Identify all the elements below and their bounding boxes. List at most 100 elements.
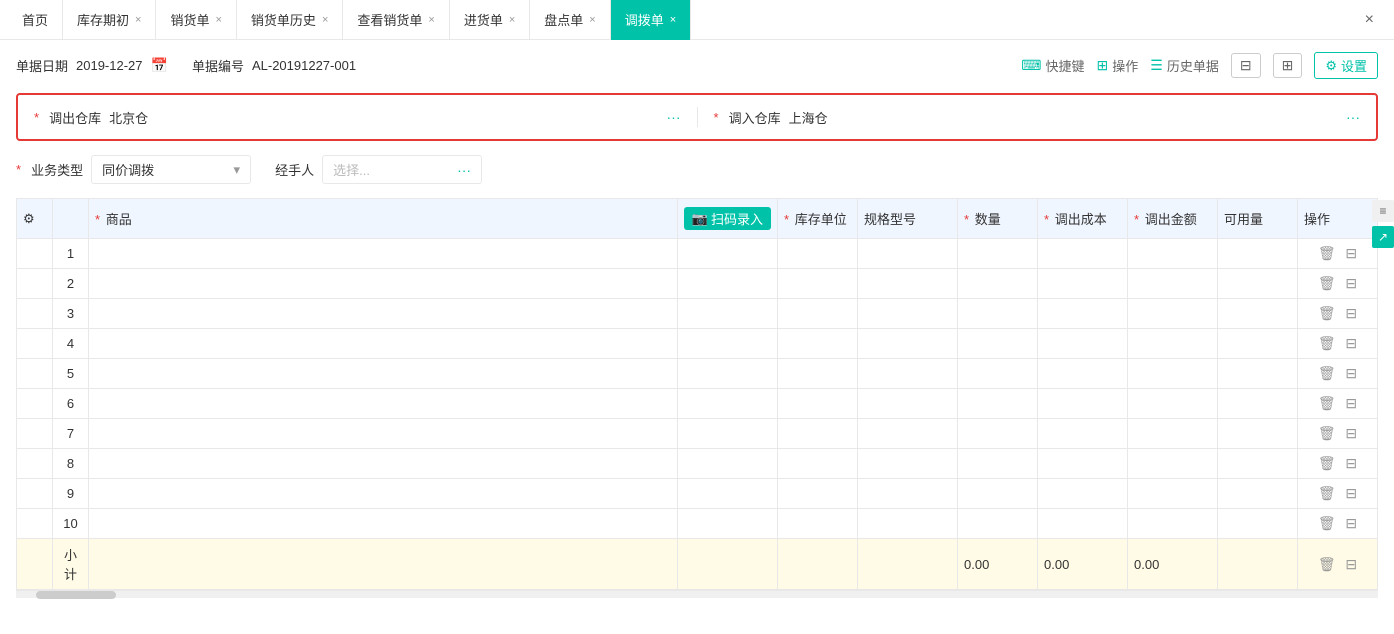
row-qty[interactable] (958, 239, 1038, 269)
row-spec[interactable] (858, 299, 958, 329)
row-unit[interactable] (778, 329, 858, 359)
tab-close-stock-init[interactable]: × (135, 14, 141, 26)
copy-row-icon[interactable]: ⊟ (1345, 365, 1357, 381)
delete-row-icon[interactable]: 🗑 (1318, 515, 1336, 531)
row-cost[interactable] (1038, 449, 1128, 479)
row-spec[interactable] (858, 509, 958, 539)
row-amount[interactable] (1128, 269, 1218, 299)
operation-link[interactable]: ⊞ 操作 (1097, 56, 1139, 75)
row-spec[interactable] (858, 479, 958, 509)
copy-row-icon[interactable]: ⊟ (1345, 305, 1357, 321)
delete-row-icon[interactable]: 🗑 (1318, 395, 1336, 411)
tab-sales-order[interactable]: 销货单 × (156, 0, 236, 40)
in-warehouse-value[interactable]: 上海仓 (789, 108, 828, 127)
scan-entry-button[interactable]: 📷 扫码录入 (684, 207, 771, 230)
delete-row-icon[interactable]: 🗑 (1318, 425, 1336, 441)
horizontal-scrollbar[interactable] (16, 590, 1378, 598)
row-amount[interactable] (1128, 509, 1218, 539)
delete-row-icon[interactable]: 🗑 (1318, 305, 1336, 321)
tab-home[interactable]: 首页 (8, 0, 63, 40)
row-unit[interactable] (778, 359, 858, 389)
copy-row-icon[interactable]: ⊟ (1345, 395, 1357, 411)
copy-row-icon[interactable]: ⊟ (1345, 275, 1357, 291)
row-qty[interactable] (958, 329, 1038, 359)
copy-row-icon[interactable]: ⊟ (1345, 455, 1357, 471)
row-qty[interactable] (958, 479, 1038, 509)
row-spec[interactable] (858, 419, 958, 449)
out-warehouse-value[interactable]: 北京仓 (109, 108, 148, 127)
row-unit[interactable] (778, 479, 858, 509)
row-qty[interactable] (958, 269, 1038, 299)
copy-row-icon[interactable]: ⊟ (1345, 485, 1357, 501)
row-cost[interactable] (1038, 299, 1128, 329)
setting-button[interactable]: ⚙ 设置 (1314, 52, 1378, 79)
row-spec[interactable] (858, 389, 958, 419)
row-cost[interactable] (1038, 239, 1128, 269)
calendar-icon[interactable]: 📅 (151, 57, 168, 74)
row-qty[interactable] (958, 419, 1038, 449)
row-cost[interactable] (1038, 479, 1128, 509)
delete-row-icon[interactable]: 🗑 (1318, 485, 1336, 501)
row-amount[interactable] (1128, 389, 1218, 419)
row-cost[interactable] (1038, 359, 1128, 389)
row-unit[interactable] (778, 239, 858, 269)
row-qty[interactable] (958, 509, 1038, 539)
tab-close-purchase-order[interactable]: × (509, 14, 515, 26)
tab-close-view-sales[interactable]: × (428, 14, 434, 26)
row-product[interactable] (89, 359, 678, 389)
layout-button[interactable]: ⊟ (1231, 53, 1261, 78)
delete-row-icon[interactable]: 🗑 (1318, 245, 1336, 261)
out-warehouse-more-btn[interactable]: ··· (667, 109, 681, 125)
copy-row-icon[interactable]: ⊟ (1345, 515, 1357, 531)
expand-sidebar-button[interactable]: ↗ (1372, 226, 1394, 248)
row-amount[interactable] (1128, 419, 1218, 449)
row-cost[interactable] (1038, 389, 1128, 419)
row-spec[interactable] (858, 449, 958, 479)
tab-close-transfer[interactable]: × (670, 14, 676, 26)
row-cost[interactable] (1038, 269, 1128, 299)
delete-icon[interactable]: 🗑 (1318, 556, 1336, 572)
delete-row-icon[interactable]: 🗑 (1318, 365, 1336, 381)
copy-row-icon[interactable]: ⊟ (1345, 425, 1357, 441)
row-amount[interactable] (1128, 359, 1218, 389)
row-qty[interactable] (958, 389, 1038, 419)
row-amount[interactable] (1128, 299, 1218, 329)
row-unit[interactable] (778, 449, 858, 479)
row-qty[interactable] (958, 359, 1038, 389)
delete-row-icon[interactable]: 🗑 (1318, 275, 1336, 291)
row-qty[interactable] (958, 299, 1038, 329)
tab-sales-history[interactable]: 销货单历史 × (237, 0, 343, 40)
row-unit[interactable] (778, 299, 858, 329)
tab-close-inventory[interactable]: × (589, 14, 595, 26)
copy-icon[interactable]: ⊟ (1345, 556, 1357, 572)
row-product[interactable] (89, 299, 678, 329)
row-unit[interactable] (778, 269, 858, 299)
tab-purchase-order[interactable]: 进货单 × (450, 0, 530, 40)
person-select[interactable]: 选择... ··· (322, 155, 482, 184)
notes-sidebar-button[interactable]: ≡ (1372, 200, 1394, 222)
row-unit[interactable] (778, 509, 858, 539)
row-spec[interactable] (858, 359, 958, 389)
copy-row-icon[interactable]: ⊟ (1345, 245, 1357, 261)
row-product[interactable] (89, 419, 678, 449)
tab-inventory[interactable]: 盘点单 × (530, 0, 610, 40)
copy-row-icon[interactable]: ⊟ (1345, 335, 1357, 351)
row-product[interactable] (89, 479, 678, 509)
row-cost[interactable] (1038, 509, 1128, 539)
row-product[interactable] (89, 389, 678, 419)
row-spec[interactable] (858, 269, 958, 299)
business-type-select[interactable]: 同价调拨 ▾ (91, 155, 251, 184)
row-product[interactable] (89, 329, 678, 359)
row-amount[interactable] (1128, 449, 1218, 479)
row-cost[interactable] (1038, 419, 1128, 449)
tab-transfer[interactable]: 调拨单 × (611, 0, 691, 40)
row-product[interactable] (89, 239, 678, 269)
row-product[interactable] (89, 269, 678, 299)
row-product[interactable] (89, 509, 678, 539)
row-spec[interactable] (858, 239, 958, 269)
scroll-thumb[interactable] (36, 591, 116, 599)
row-spec[interactable] (858, 329, 958, 359)
tab-stock-init[interactable]: 库存期初 × (63, 0, 156, 40)
person-more-btn[interactable]: ··· (457, 162, 471, 178)
row-unit[interactable] (778, 389, 858, 419)
